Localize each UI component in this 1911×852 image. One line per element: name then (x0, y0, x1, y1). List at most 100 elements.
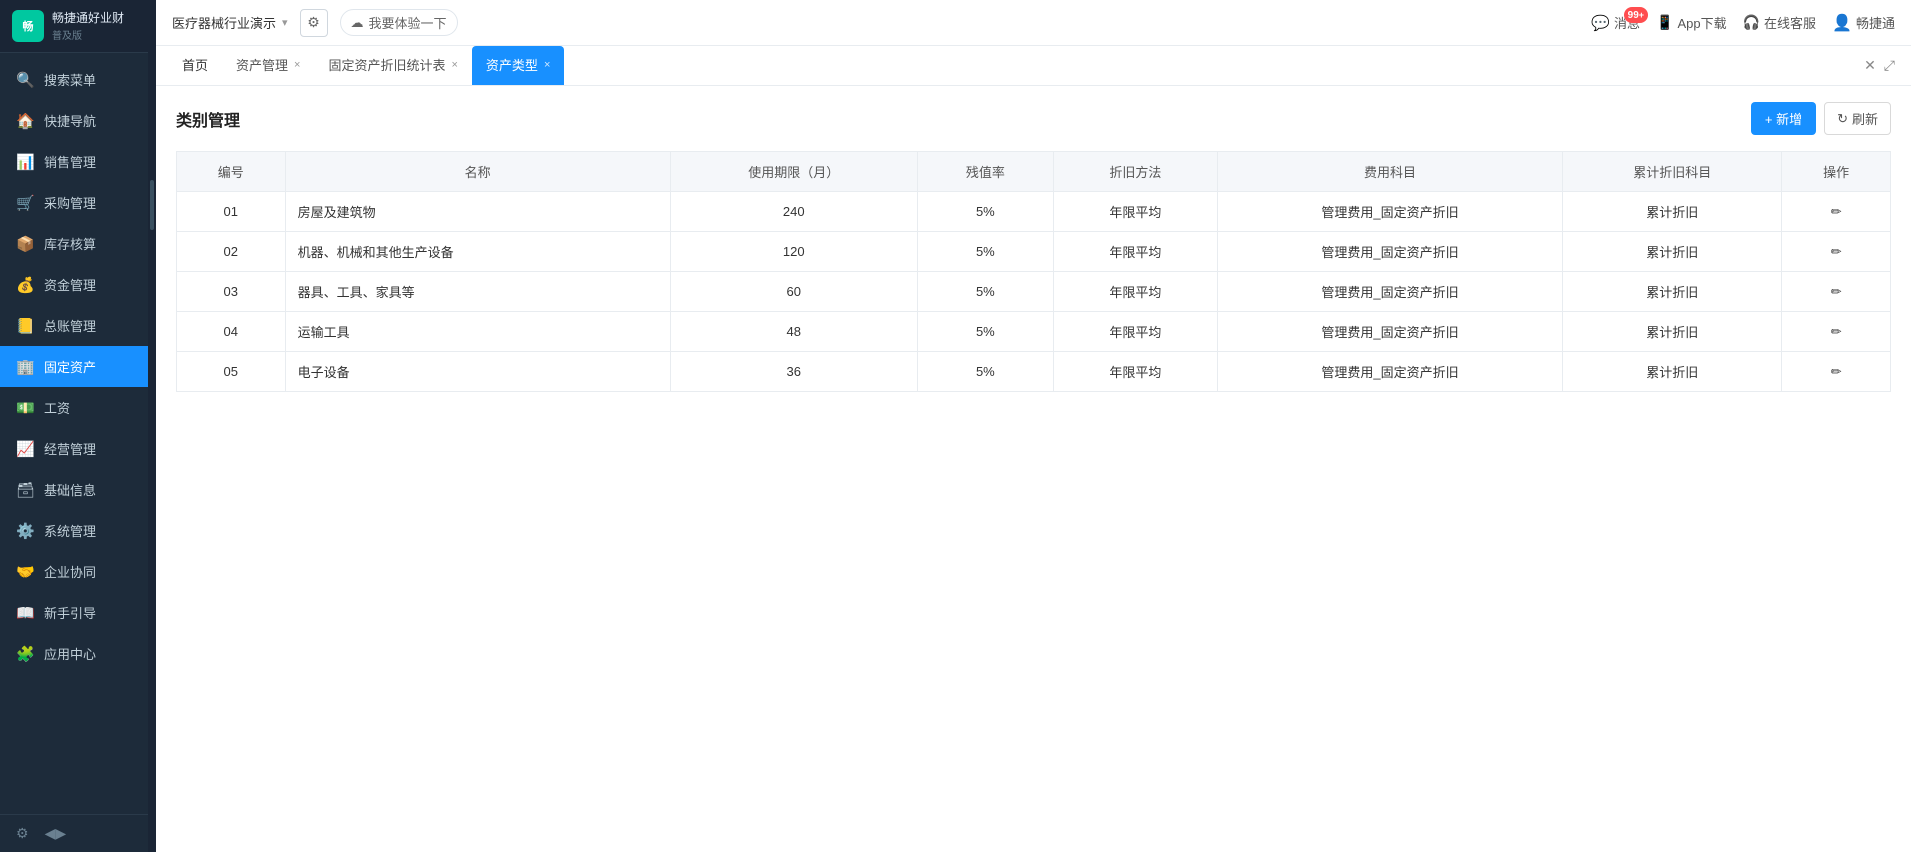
table-cell: 管理费用_固定资产折旧 (1217, 192, 1562, 232)
sidebar-item-label: 采购管理 (44, 193, 96, 212)
table-cell: 累计折旧 (1563, 192, 1782, 232)
table-cell: 电子设备 (285, 352, 670, 392)
table-cell: 管理费用_固定资产折旧 (1217, 352, 1562, 392)
home-label: 首页 (182, 55, 208, 74)
window-controls: ✕ ⤢ (1864, 46, 1899, 85)
table-cell: 累计折旧 (1563, 272, 1782, 312)
col-header: 名称 (285, 152, 670, 192)
tab-asset-type[interactable]: 资产类型 × (472, 46, 564, 85)
user-menu-button[interactable]: 👤 畅捷通 (1832, 13, 1895, 33)
inventory-icon: 📦 (16, 235, 34, 253)
tab-asset-mgmt-label: 资产管理 (236, 55, 288, 74)
ledger-icon: 📒 (16, 317, 34, 335)
table-cell: 年限平均 (1053, 312, 1217, 352)
table-body: 01房屋及建筑物2405%年限平均管理费用_固定资产折旧累计折旧✏02机器、机械… (177, 192, 1891, 392)
table-cell: 5% (917, 232, 1053, 272)
sidebar-item-operations[interactable]: 📈经营管理 (0, 428, 148, 469)
tab-asset-type-close[interactable]: × (544, 59, 550, 71)
table-cell: 5% (917, 312, 1053, 352)
online-service-button[interactable]: 🎧 在线客服 (1743, 13, 1816, 32)
settings-button[interactable]: ⚙ (300, 9, 328, 37)
sidebar-item-label: 应用中心 (44, 644, 96, 663)
sidebar-item-appcenter[interactable]: 🧩应用中心 (0, 633, 148, 674)
sidebar-item-guide[interactable]: 📖新手引导 (0, 592, 148, 633)
cloud-icon: ☁ (351, 15, 364, 31)
table-cell: 240 (670, 192, 917, 232)
table-row: 03器具、工具、家具等605%年限平均管理费用_固定资产折旧累计折旧✏ (177, 272, 1891, 312)
sidebar-item-label: 销售管理 (44, 152, 96, 171)
table-cell: 器具、工具、家具等 (285, 272, 670, 312)
edit-button[interactable]: ✏ (1782, 352, 1891, 392)
tab-asset-mgmt[interactable]: 资产管理 × (222, 46, 314, 85)
sidebar-item-inventory[interactable]: 📦 库存核算 (0, 223, 148, 264)
maximize-window-button[interactable]: ⤢ (1884, 57, 1895, 74)
scroll-thumb (150, 180, 154, 230)
tabbar: 首页 资产管理 × 固定资产折旧统计表 × 资产类型 × ✕ ⤢ (156, 46, 1911, 86)
tab-asset-mgmt-close[interactable]: × (294, 59, 300, 71)
table-cell: 管理费用_固定资产折旧 (1217, 312, 1562, 352)
settings-icon[interactable]: ⚙ (16, 825, 29, 842)
module-name: 医疗器械行业演示 (172, 13, 276, 32)
sidebar-item-label: 库存核算 (44, 234, 96, 253)
edit-button[interactable]: ✏ (1782, 192, 1891, 232)
quicknav-icon: 🏠 (16, 112, 34, 130)
sidebar-item-label: 快捷导航 (44, 111, 96, 130)
sidebar-item-label: 系统管理 (44, 521, 96, 540)
headset-icon: 🎧 (1743, 14, 1760, 31)
refresh-button[interactable]: ↻ 刷新 (1824, 102, 1891, 135)
sidebar-item-label: 基础信息 (44, 480, 96, 499)
app-download-button[interactable]: 📱 App下载 (1656, 13, 1727, 32)
logo-sub: 普及版 (52, 27, 124, 42)
salary-icon: 💵 (16, 399, 34, 417)
sidebar-item-ledger[interactable]: 📒 总账管理 (0, 305, 148, 346)
guide-icon: 📖 (16, 604, 34, 622)
module-selector[interactable]: 医疗器械行业演示 ▾ (172, 13, 288, 32)
table-cell: 01 (177, 192, 286, 232)
edit-button[interactable]: ✏ (1782, 232, 1891, 272)
page-actions: + 新增 ↻ 刷新 (1751, 102, 1891, 135)
edit-button[interactable]: ✏ (1782, 272, 1891, 312)
tab-depreciation-table[interactable]: 固定资产折旧统计表 × (314, 46, 471, 85)
sidebar-item-label: 总账管理 (44, 316, 96, 335)
sidebar-item-capital[interactable]: 💰资金管理 (0, 264, 148, 305)
topbar-right: 💬 消息 99 📱 App下载 🎧 在线客服 👤 畅捷通 (1591, 13, 1895, 33)
logo-name: 畅捷通好业财 (52, 10, 124, 27)
sidebar-item-system[interactable]: ⚙️系统管理 (0, 510, 148, 551)
sidebar-item-label: 搜索菜单 (44, 70, 96, 89)
notifications-button[interactable]: 💬 消息 99 (1591, 13, 1640, 32)
edit-button[interactable]: ✏ (1782, 312, 1891, 352)
topbar: 医疗器械行业演示 ▾ ⚙ ☁ 我要体验一下 💬 消息 99 📱 App下载 🎧 … (156, 0, 1911, 46)
new-button[interactable]: + 新增 (1751, 102, 1816, 135)
table-cell: 累计折旧 (1563, 352, 1782, 392)
table-cell: 机器、机械和其他生产设备 (285, 232, 670, 272)
tab-asset-type-label: 资产类型 (486, 55, 538, 74)
col-header: 累计折旧科目 (1563, 152, 1782, 192)
close-window-button[interactable]: ✕ (1864, 57, 1876, 74)
table-row: 02机器、机械和其他生产设备1205%年限平均管理费用_固定资产折旧累计折旧✏ (177, 232, 1891, 272)
table-cell: 累计折旧 (1563, 232, 1782, 272)
collapse-icon[interactable]: ◀▶ (45, 825, 67, 842)
table-cell: 48 (670, 312, 917, 352)
table-cell: 房屋及建筑物 (285, 192, 670, 232)
sidebar-scrollbar[interactable] (148, 0, 156, 852)
sidebar-item-label: 工资 (44, 398, 70, 417)
table-cell: 03 (177, 272, 286, 312)
sidebar-item-quicknav[interactable]: 🏠 快捷导航 (0, 100, 148, 141)
sidebar-item-purchase[interactable]: 🛒采购管理 (0, 182, 148, 223)
tab-depreciation-close[interactable]: × (451, 59, 457, 71)
sidebar-item-salary[interactable]: 💵 工资 (0, 387, 148, 428)
message-icon: 💬 (1591, 14, 1610, 32)
experience-label: 我要体验一下 (369, 13, 447, 32)
sidebar-item-fixed[interactable]: 🏢固定资产 (0, 346, 148, 387)
sidebar-item-label: 固定资产 (44, 357, 96, 376)
table-cell: 累计折旧 (1563, 312, 1782, 352)
table-header-row: 编号名称使用期限（月）残值率折旧方法费用科目累计折旧科目操作 (177, 152, 1891, 192)
sidebar-item-search[interactable]: 🔍 搜索菜单 (0, 59, 148, 100)
tab-home[interactable]: 首页 (168, 46, 222, 85)
page-title: 类别管理 (176, 107, 240, 131)
sidebar-item-basic[interactable]: 🗃基础信息 (0, 469, 148, 510)
experience-button[interactable]: ☁ 我要体验一下 (340, 9, 458, 36)
search-icon: 🔍 (16, 71, 34, 89)
sidebar-item-enterprise[interactable]: 🤝企业协同 (0, 551, 148, 592)
sidebar-item-sales[interactable]: 📊销售管理 (0, 141, 148, 182)
